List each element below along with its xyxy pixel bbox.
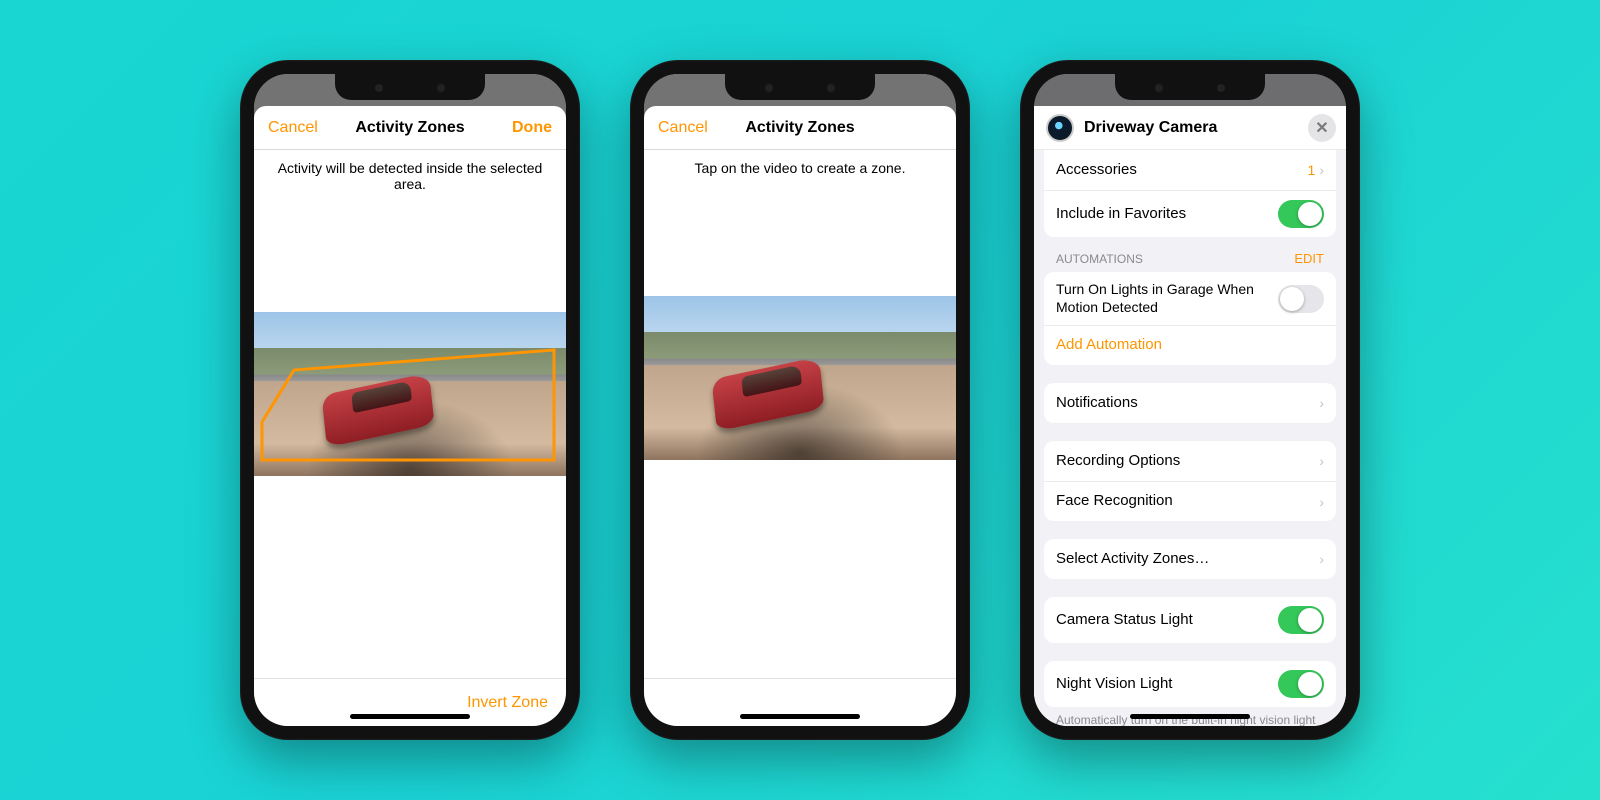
phone-notch [1115,74,1265,100]
row-label: Notifications [1056,394,1319,413]
row-label: Include in Favorites [1056,205,1278,224]
video-preview[interactable] [254,312,566,476]
row-camera-status-light: Camera Status Light [1044,597,1336,643]
row-value: 1 [1308,162,1316,178]
close-button[interactable]: ✕ [1308,114,1336,142]
done-button[interactable]: Done [502,119,552,137]
phone-screen: Cancel Activity Zones Done Activity will… [254,74,566,726]
row-select-activity-zones[interactable]: Select Activity Zones… › [1044,539,1336,579]
camera-icon [1046,114,1074,142]
phone-notch [725,74,875,100]
close-icon: ✕ [1315,118,1328,138]
phone-screen: Cancel Activity Zones Tap on the video t… [644,74,956,726]
row-notifications[interactable]: Notifications › [1044,383,1336,423]
row-favorites: Include in Favorites [1044,190,1336,237]
chevron-right-icon: › [1319,395,1324,411]
group-notifications: Notifications › [1044,383,1336,423]
row-label: Recording Options [1056,452,1319,471]
chevron-right-icon: › [1319,162,1324,178]
group-automations: Turn On Lights in Garage When Motion Det… [1044,272,1336,365]
phone-notch [335,74,485,100]
instruction-text: Activity will be detected inside the sel… [254,150,566,192]
group-night-vision: Night Vision Light [1044,661,1336,707]
edit-automations-button[interactable]: EDIT [1294,251,1324,266]
phone-mockup-1: Cancel Activity Zones Done Activity will… [240,60,580,740]
favorites-toggle[interactable] [1278,200,1324,228]
vehicle-in-feed [711,357,824,432]
cancel-button[interactable]: Cancel [658,119,708,137]
home-indicator[interactable] [740,714,860,719]
camera-feed [254,312,566,476]
home-indicator[interactable] [1130,714,1250,719]
phone-mockup-3: Driveway Camera ✕ Accessories 1 › Includ… [1020,60,1360,740]
activity-zones-sheet: Cancel Activity Zones Done Activity will… [254,106,566,726]
home-indicator[interactable] [350,714,470,719]
row-recording-options[interactable]: Recording Options › [1044,441,1336,481]
nav-title: Activity Zones [745,119,854,137]
row-label: Accessories [1056,161,1308,180]
video-preview[interactable] [644,296,956,460]
row-automation-1: Turn On Lights in Garage When Motion Det… [1044,272,1336,325]
phone-mockup-2: Cancel Activity Zones Tap on the video t… [630,60,970,740]
row-label: Camera Status Light [1056,611,1278,630]
add-automation-link: Add Automation [1056,336,1324,355]
row-label: Select Activity Zones… [1056,550,1319,569]
settings-title: Driveway Camera [1084,119,1298,137]
camera-feed [644,296,956,460]
vehicle-in-feed [321,373,434,448]
row-label: Turn On Lights in Garage When Motion Det… [1056,281,1278,316]
nav-bar: Cancel Activity Zones Done [254,106,566,150]
activity-zones-sheet: Cancel Activity Zones Tap on the video t… [644,106,956,726]
group-activity-zones: Select Activity Zones… › [1044,539,1336,579]
settings-header: Driveway Camera ✕ [1034,106,1346,150]
cancel-button[interactable]: Cancel [268,119,318,137]
night-vision-toggle[interactable] [1278,670,1324,698]
automations-header: AUTOMATIONS EDIT [1034,237,1346,270]
camera-settings-sheet: Driveway Camera ✕ Accessories 1 › Includ… [1034,106,1346,726]
row-add-automation[interactable]: Add Automation [1044,325,1336,365]
row-label: Face Recognition [1056,492,1319,511]
chevron-right-icon: › [1319,453,1324,469]
instruction-text: Tap on the video to create a zone. [644,150,956,176]
automation-1-toggle[interactable] [1278,285,1324,313]
group-status-light: Camera Status Light [1044,597,1336,643]
row-face-recognition[interactable]: Face Recognition › [1044,481,1336,521]
group-general: Accessories 1 › Include in Favorites [1044,150,1336,237]
group-recording: Recording Options › Face Recognition › [1044,441,1336,521]
phone-screen: Driveway Camera ✕ Accessories 1 › Includ… [1034,74,1346,726]
invert-zone-button[interactable]: Invert Zone [467,694,548,712]
nav-bar: Cancel Activity Zones [644,106,956,150]
nav-title: Activity Zones [355,119,464,137]
section-header-label: AUTOMATIONS [1056,252,1143,266]
settings-scroll[interactable]: Accessories 1 › Include in Favorites AUT… [1034,150,1346,726]
row-accessories[interactable]: Accessories 1 › [1044,150,1336,190]
status-light-toggle[interactable] [1278,606,1324,634]
row-label: Night Vision Light [1056,675,1278,694]
row-night-vision-light: Night Vision Light [1044,661,1336,707]
chevron-right-icon: › [1319,494,1324,510]
chevron-right-icon: › [1319,551,1324,567]
